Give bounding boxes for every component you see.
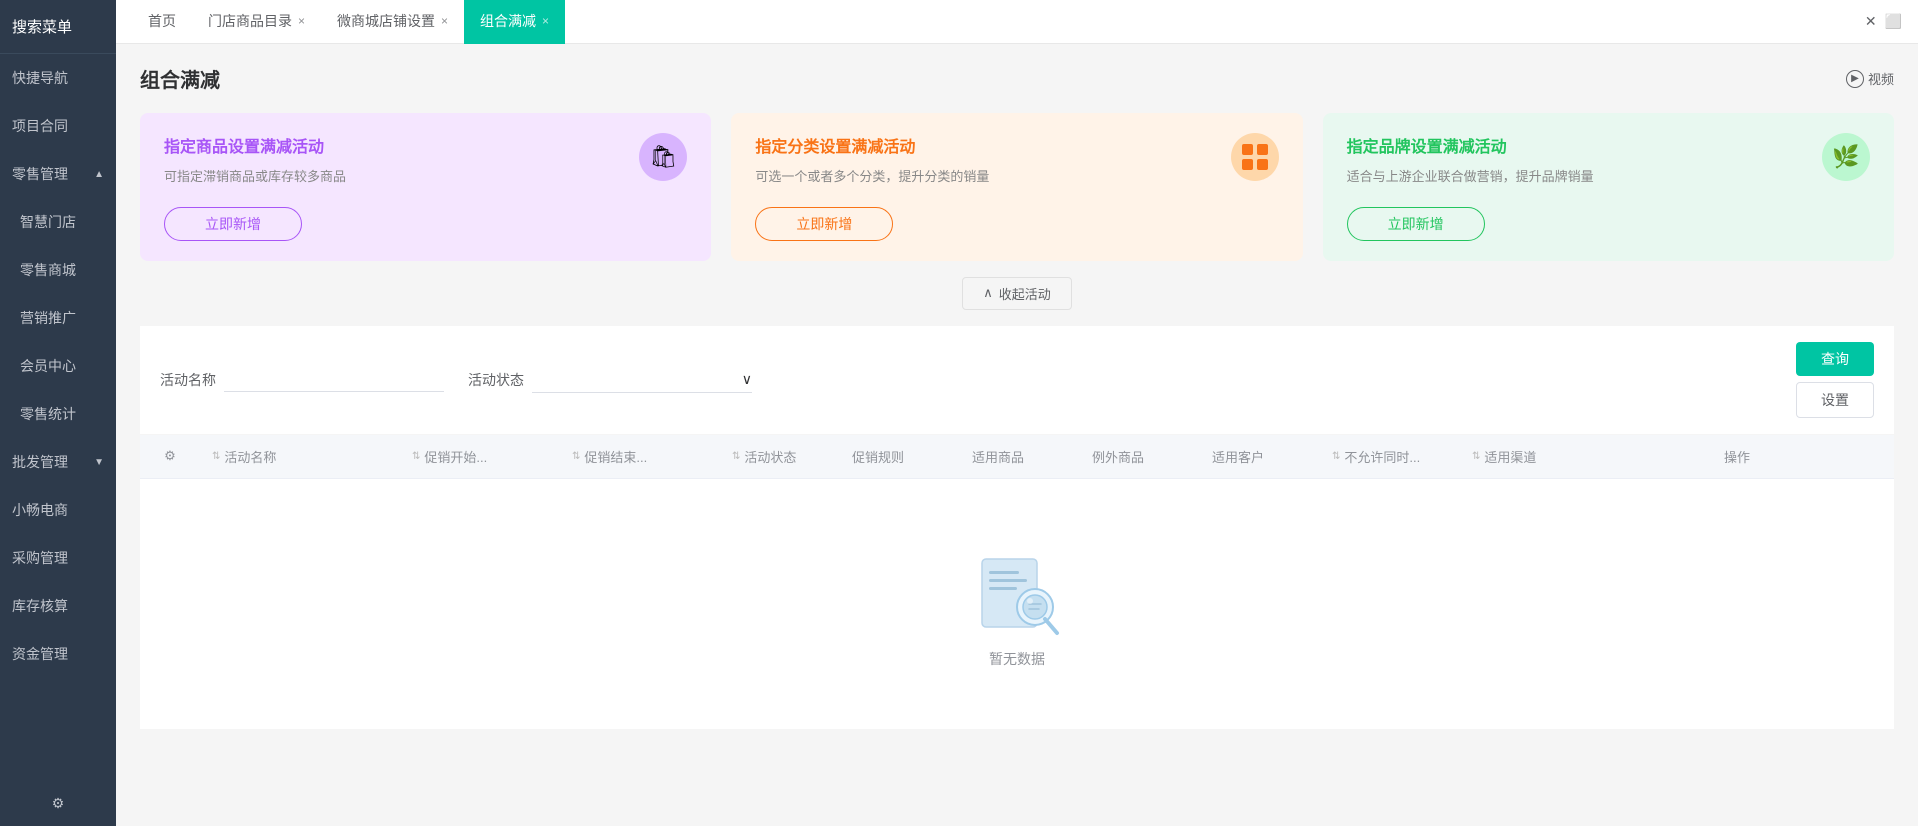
th-channel[interactable]: ⇅ 适用渠道 xyxy=(1460,447,1580,466)
brand-card-desc: 适合与上游企业联合做营销，提升品牌销量 xyxy=(1347,167,1870,187)
sidebar-item-retail-mgmt[interactable]: 零售管理 ▲ xyxy=(0,150,116,198)
filter-name-input[interactable] xyxy=(224,367,444,392)
empty-state: 暂无数据 xyxy=(140,479,1894,729)
brand-card-add-btn[interactable]: 立即新增 xyxy=(1347,207,1485,241)
tab-combo-promo[interactable]: 组合满减 × xyxy=(464,0,565,44)
th-status[interactable]: ⇅ 活动状态 xyxy=(720,447,840,466)
tab-wechat-shop[interactable]: 微商城店铺设置 × xyxy=(321,0,464,44)
sidebar-item-member-center[interactable]: 会员中心 xyxy=(0,342,116,390)
close-tab-combo-promo[interactable]: × xyxy=(542,14,549,28)
sidebar-item-fund-mgmt[interactable]: 资金管理 xyxy=(0,630,116,678)
tab-bar: 首页 门店商品目录 × 微商城店铺设置 × 组合满减 × ✕ ⬜ xyxy=(116,0,1918,44)
sidebar-item-marketing[interactable]: 营销推广 xyxy=(0,294,116,342)
window-controls: ✕ ⬜ xyxy=(1865,13,1902,30)
sidebar-item-quick-nav[interactable]: 快捷导航 xyxy=(0,54,116,102)
sort-icon: ⇅ xyxy=(1472,451,1480,462)
table-header: ⚙ ⇅ 活动名称 ⇅ 促销开始... ⇅ 促销结束... ⇅ 活动状态 xyxy=(140,435,1894,479)
filter-name-item: 活动名称 xyxy=(160,367,444,392)
th-rule: 促销规则 xyxy=(840,447,960,466)
sidebar: 搜索菜单 快捷导航 项目合同 零售管理 ▲ 智慧门店 零售商城 营销推广 会员中… xyxy=(0,0,116,826)
sidebar-item-inventory-check[interactable]: 库存核算 xyxy=(0,582,116,630)
goods-card-add-btn[interactable]: 立即新增 xyxy=(164,207,302,241)
promo-card-goods: 🛍 指定商品设置满减活动 可指定滞销商品或库存较多商品 立即新增 xyxy=(140,113,711,261)
sort-icon: ⇅ xyxy=(412,451,420,462)
category-card-add-btn[interactable]: 立即新增 xyxy=(755,207,893,241)
goods-card-title: 指定商品设置满减活动 xyxy=(164,133,687,157)
th-start[interactable]: ⇅ 促销开始... xyxy=(400,447,560,466)
th-name[interactable]: ⇅ 活动名称 xyxy=(200,447,400,466)
sidebar-item-purchase-mgmt[interactable]: 采购管理 xyxy=(0,534,116,582)
chevron-up-icon: ∧ xyxy=(983,285,993,301)
empty-illustration xyxy=(957,539,1077,649)
th-goods: 适用商品 xyxy=(960,447,1080,466)
play-icon: ▶ xyxy=(1846,70,1864,88)
th-end[interactable]: ⇅ 促销结束... xyxy=(560,447,720,466)
th-customer: 适用客户 xyxy=(1200,447,1320,466)
promo-card-brand: 🌿 指定品牌设置满减活动 适合与上游企业联合做营销，提升品牌销量 立即新增 xyxy=(1323,113,1894,261)
chevron-down-icon: ▼ xyxy=(94,457,104,468)
sidebar-search[interactable]: 搜索菜单 xyxy=(0,0,116,54)
close-tab-wechat-shop[interactable]: × xyxy=(441,14,448,28)
gear-icon: ⚙ xyxy=(52,795,65,812)
filter-actions: 查询 设置 xyxy=(1796,342,1874,418)
sort-icon: ⇅ xyxy=(732,451,740,462)
sort-icon: ⇅ xyxy=(212,451,220,462)
page-title: 组合满减 xyxy=(140,64,220,93)
page-header: 组合满减 ▶ 视频 xyxy=(140,64,1894,93)
collapse-activities-btn[interactable]: ∧ 收起活动 xyxy=(962,277,1072,310)
sidebar-item-retail-stats[interactable]: 零售统计 xyxy=(0,390,116,438)
brand-card-title: 指定品牌设置满减活动 xyxy=(1347,133,1870,157)
gear-icon: ⚙ xyxy=(164,448,176,464)
category-card-icon xyxy=(1231,133,1279,181)
th-except: 例外商品 xyxy=(1080,447,1200,466)
page-content: 组合满减 ▶ 视频 🛍 指定商品设置满减活动 可指定滞销商品或库存较多商品 立即… xyxy=(116,44,1918,826)
th-nosimul[interactable]: ⇅ 不允许同时... xyxy=(1320,447,1460,466)
sort-icon: ⇅ xyxy=(1332,451,1340,462)
brand-card-icon: 🌿 xyxy=(1822,133,1870,181)
chevron-down-icon: ∨ xyxy=(742,371,752,388)
promo-cards: 🛍 指定商品设置满减活动 可指定滞销商品或库存较多商品 立即新增 指定分类设置满… xyxy=(140,113,1894,261)
filter-name-label: 活动名称 xyxy=(160,370,216,390)
video-link[interactable]: ▶ 视频 xyxy=(1846,69,1894,88)
filter-status-label: 活动状态 xyxy=(468,370,524,390)
goods-card-desc: 可指定滞销商品或库存较多商品 xyxy=(164,167,687,187)
tab-home[interactable]: 首页 xyxy=(132,0,192,44)
filter-status-item: 活动状态 ∨ xyxy=(468,367,752,393)
sidebar-item-wholesale-mgmt[interactable]: 批发管理 ▼ xyxy=(0,438,116,486)
sort-icon: ⇅ xyxy=(572,451,580,462)
sidebar-settings[interactable]: ⚙ xyxy=(0,781,116,826)
promo-card-category: 指定分类设置满减活动 可选一个或者多个分类，提升分类的销量 立即新增 xyxy=(731,113,1302,261)
close-tab-store-catalog[interactable]: × xyxy=(298,14,305,28)
close-window-icon[interactable]: ✕ xyxy=(1865,13,1877,30)
setting-button[interactable]: 设置 xyxy=(1796,382,1874,418)
th-action: 操作 xyxy=(1580,447,1894,466)
sidebar-item-xiaochangec[interactable]: 小畅电商 xyxy=(0,486,116,534)
table-container: ⚙ ⇅ 活动名称 ⇅ 促销开始... ⇅ 促销结束... ⇅ 活动状态 xyxy=(140,435,1894,729)
filter-status-select[interactable]: ∨ xyxy=(532,367,752,393)
empty-text: 暂无数据 xyxy=(989,649,1045,669)
collapse-bar: ∧ 收起活动 xyxy=(140,277,1894,310)
sidebar-item-project-contract[interactable]: 项目合同 xyxy=(0,102,116,150)
sidebar-item-retail-mall[interactable]: 零售商城 xyxy=(0,246,116,294)
chevron-up-icon: ▲ xyxy=(94,169,104,180)
maximize-window-icon[interactable]: ⬜ xyxy=(1885,13,1902,30)
category-card-title: 指定分类设置满减活动 xyxy=(755,133,1278,157)
sidebar-item-smart-store[interactable]: 智慧门店 xyxy=(0,198,116,246)
filter-row: 活动名称 活动状态 ∨ 查询 设置 xyxy=(140,326,1894,434)
tab-store-catalog[interactable]: 门店商品目录 × xyxy=(192,0,321,44)
goods-card-icon: 🛍 xyxy=(639,133,687,181)
category-card-desc: 可选一个或者多个分类，提升分类的销量 xyxy=(755,167,1278,187)
th-gear[interactable]: ⚙ xyxy=(140,448,200,464)
main-area: 首页 门店商品目录 × 微商城店铺设置 × 组合满减 × ✕ ⬜ 组合满减 ▶ … xyxy=(116,0,1918,826)
query-button[interactable]: 查询 xyxy=(1796,342,1874,376)
